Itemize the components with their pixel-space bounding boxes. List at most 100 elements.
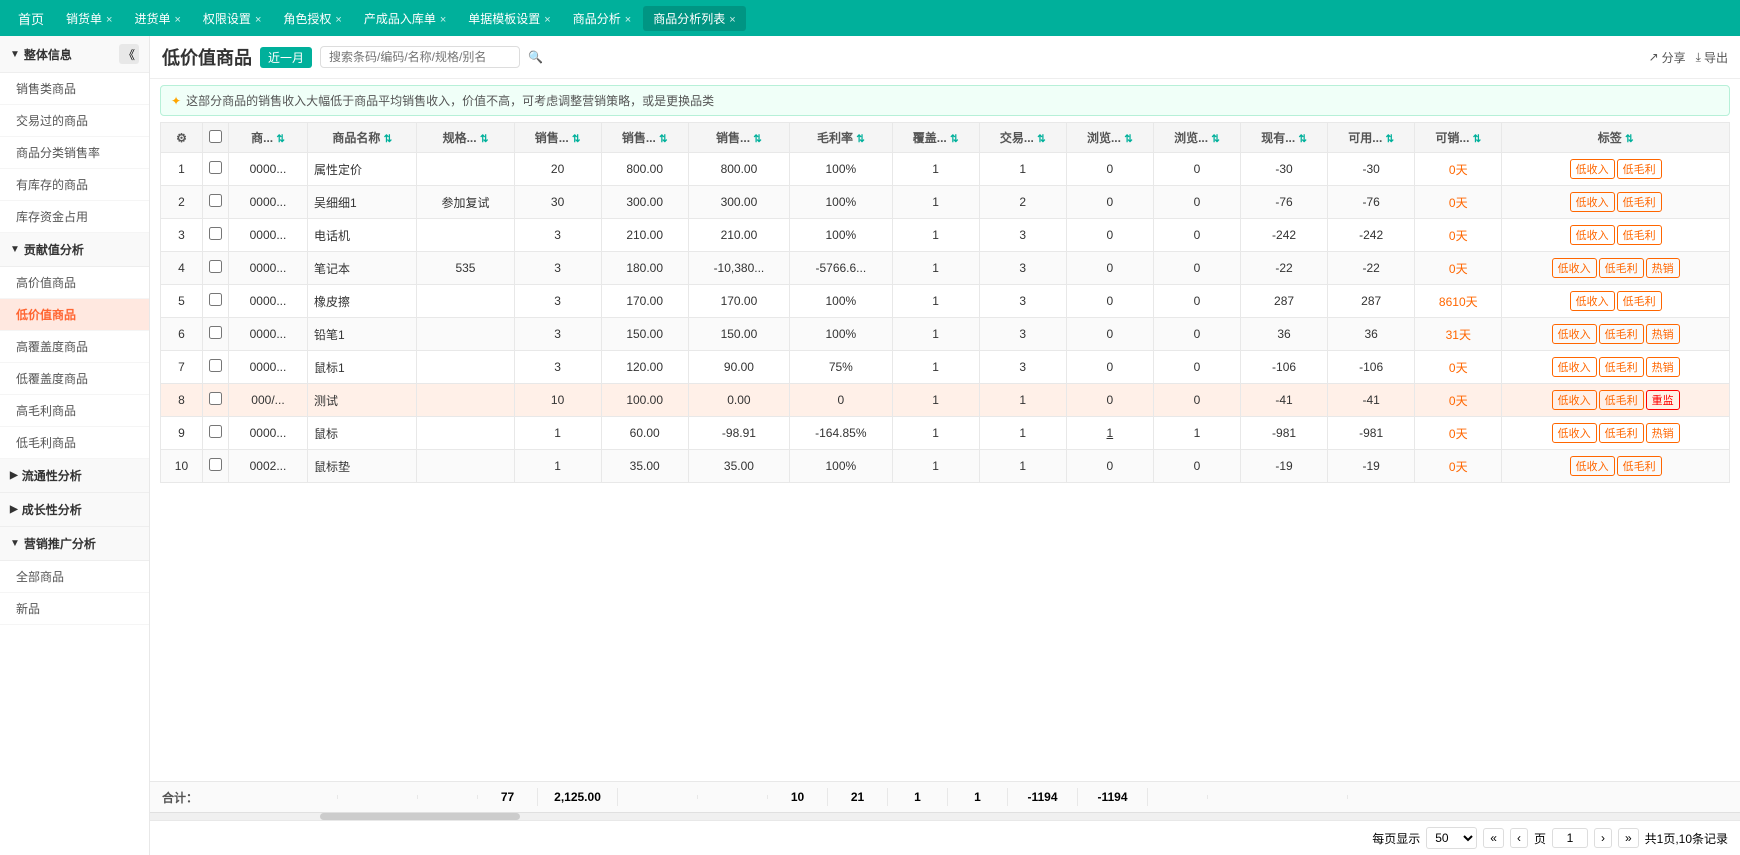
- cell-checkbox[interactable]: [202, 186, 228, 219]
- sidebar-item-high-margin[interactable]: 高毛利商品: [0, 395, 149, 427]
- sidebar-item-category-rate[interactable]: 商品分类销售率: [0, 137, 149, 169]
- cell-view1[interactable]: 0: [1066, 351, 1153, 384]
- col-saleable[interactable]: 可销... ⇅: [1415, 123, 1502, 153]
- col-margin[interactable]: 毛利率 ⇅: [790, 123, 892, 153]
- col-tags[interactable]: 标签 ⇅: [1502, 123, 1730, 153]
- sidebar-item-high-coverage[interactable]: 高覆盖度商品: [0, 331, 149, 363]
- cell-view1[interactable]: 0: [1066, 186, 1153, 219]
- row-checkbox[interactable]: [209, 392, 222, 405]
- row-checkbox[interactable]: [209, 194, 222, 207]
- cell-checkbox[interactable]: [202, 384, 228, 417]
- row-checkbox[interactable]: [209, 227, 222, 240]
- select-all-checkbox[interactable]: [209, 130, 222, 143]
- nav-sales[interactable]: 销货单×: [56, 6, 122, 31]
- col-view1[interactable]: 浏览... ⇅: [1066, 123, 1153, 153]
- cell-view1[interactable]: 1: [1066, 417, 1153, 450]
- cell-view1[interactable]: 0: [1066, 285, 1153, 318]
- cell-checkbox[interactable]: [202, 450, 228, 483]
- row-checkbox[interactable]: [209, 161, 222, 174]
- row-checkbox[interactable]: [209, 425, 222, 438]
- cell-view1[interactable]: 0: [1066, 318, 1153, 351]
- search-input[interactable]: [320, 46, 520, 68]
- row-checkbox[interactable]: [209, 260, 222, 273]
- nav-product-analysis[interactable]: 商品分析×: [563, 6, 641, 31]
- col-sale-price[interactable]: 销售... ⇅: [601, 123, 688, 153]
- page-number-input[interactable]: [1552, 828, 1588, 848]
- cell-checkbox[interactable]: [202, 219, 228, 252]
- export-button[interactable]: ⤓ 导出: [1696, 49, 1728, 66]
- period-tag[interactable]: 近一月: [260, 47, 312, 68]
- col-current-stock[interactable]: 现有... ⇅: [1241, 123, 1328, 153]
- col-name[interactable]: 商品名称 ⇅: [308, 123, 417, 153]
- nav-purchase[interactable]: 进货单×: [124, 6, 190, 31]
- nav-role[interactable]: 角色授权×: [273, 6, 351, 31]
- cell-view1[interactable]: 0: [1066, 219, 1153, 252]
- sidebar-item-low-coverage[interactable]: 低覆盖度商品: [0, 363, 149, 395]
- row-checkbox[interactable]: [209, 359, 222, 372]
- row-checkbox[interactable]: [209, 293, 222, 306]
- view1-link[interactable]: 1: [1106, 426, 1113, 440]
- cell-checkbox[interactable]: [202, 285, 228, 318]
- share-button[interactable]: ↗ 分享: [1649, 49, 1686, 66]
- row-checkbox[interactable]: [209, 326, 222, 339]
- cell-no: 6: [161, 318, 203, 351]
- last-page-btn[interactable]: »: [1618, 828, 1639, 848]
- col-trade[interactable]: 交易... ⇅: [979, 123, 1066, 153]
- close-product-analysis-icon[interactable]: ×: [625, 14, 631, 26]
- sidebar-item-sales-products[interactable]: 销售类商品: [0, 73, 149, 105]
- cell-view1[interactable]: 0: [1066, 153, 1153, 186]
- close-template-icon[interactable]: ×: [544, 14, 550, 26]
- col-spec[interactable]: 规格... ⇅: [417, 123, 514, 153]
- sidebar-item-low-margin[interactable]: 低毛利商品: [0, 427, 149, 459]
- cell-code: 0000...: [228, 351, 307, 384]
- sidebar-section-contribution[interactable]: ▼ 贡献值分析: [0, 233, 149, 267]
- sidebar-section-growth[interactable]: ▶ 成长性分析: [0, 493, 149, 527]
- col-view2[interactable]: 浏览... ⇅: [1153, 123, 1240, 153]
- next-page-btn[interactable]: ›: [1594, 828, 1612, 848]
- nav-template[interactable]: 单据模板设置×: [458, 6, 560, 31]
- sidebar-item-low-value[interactable]: 低价值商品: [0, 299, 149, 331]
- table-container[interactable]: ⚙ 商... ⇅ 商品名称 ⇅ 规格... ⇅ 销售... ⇅ 销售... ⇅ …: [150, 122, 1740, 781]
- first-page-btn[interactable]: «: [1483, 828, 1504, 848]
- cell-view1[interactable]: 0: [1066, 450, 1153, 483]
- close-purchase-icon[interactable]: ×: [174, 14, 180, 26]
- col-code[interactable]: 商... ⇅: [228, 123, 307, 153]
- horizontal-scrollbar[interactable]: [150, 812, 1740, 820]
- nav-home[interactable]: 首页: [8, 5, 54, 32]
- nav-inbound[interactable]: 产成品入库单×: [354, 6, 456, 31]
- sidebar-item-traded-products[interactable]: 交易过的商品: [0, 105, 149, 137]
- nav-permission[interactable]: 权限设置×: [193, 6, 271, 31]
- cell-checkbox[interactable]: [202, 318, 228, 351]
- prev-page-btn[interactable]: ‹: [1510, 828, 1528, 848]
- close-product-list-icon[interactable]: ×: [729, 14, 735, 26]
- close-inbound-icon[interactable]: ×: [440, 14, 446, 26]
- sidebar-item-all-products[interactable]: 全部商品: [0, 561, 149, 593]
- cell-checkbox[interactable]: [202, 252, 228, 285]
- sidebar-item-stock-products[interactable]: 有库存的商品: [0, 169, 149, 201]
- col-sale-amount[interactable]: 销售... ⇅: [688, 123, 789, 153]
- sidebar-item-new-products[interactable]: 新品: [0, 593, 149, 625]
- close-role-icon[interactable]: ×: [335, 14, 341, 26]
- sidebar-item-stock-fund[interactable]: 库存资金占用: [0, 201, 149, 233]
- close-sales-icon[interactable]: ×: [106, 14, 112, 26]
- cell-checkbox[interactable]: [202, 351, 228, 384]
- cell-checkbox[interactable]: [202, 417, 228, 450]
- col-settings[interactable]: ⚙: [161, 123, 203, 153]
- row-checkbox[interactable]: [209, 458, 222, 471]
- collapse-overall-btn[interactable]: 《: [119, 44, 139, 64]
- sidebar-item-high-value[interactable]: 高价值商品: [0, 267, 149, 299]
- sidebar-section-circulation[interactable]: ▶ 流通性分析: [0, 459, 149, 493]
- sidebar-section-overall[interactable]: ▼ 整体信息 《: [0, 36, 149, 73]
- col-available-stock[interactable]: 可用... ⇅: [1328, 123, 1415, 153]
- col-checkbox[interactable]: [202, 123, 228, 153]
- cell-view1[interactable]: 0: [1066, 252, 1153, 285]
- nav-product-list[interactable]: 商品分析列表×: [643, 6, 745, 31]
- cell-view1[interactable]: 0: [1066, 384, 1153, 417]
- per-page-select[interactable]: 50 100 200: [1426, 827, 1477, 849]
- col-sale-qty[interactable]: 销售... ⇅: [514, 123, 601, 153]
- close-permission-icon[interactable]: ×: [255, 14, 261, 26]
- cell-checkbox[interactable]: [202, 153, 228, 186]
- sidebar-section-marketing[interactable]: ▼ 营销推广分析: [0, 527, 149, 561]
- search-icon[interactable]: 🔍: [528, 50, 543, 64]
- col-coverage[interactable]: 覆盖... ⇅: [892, 123, 979, 153]
